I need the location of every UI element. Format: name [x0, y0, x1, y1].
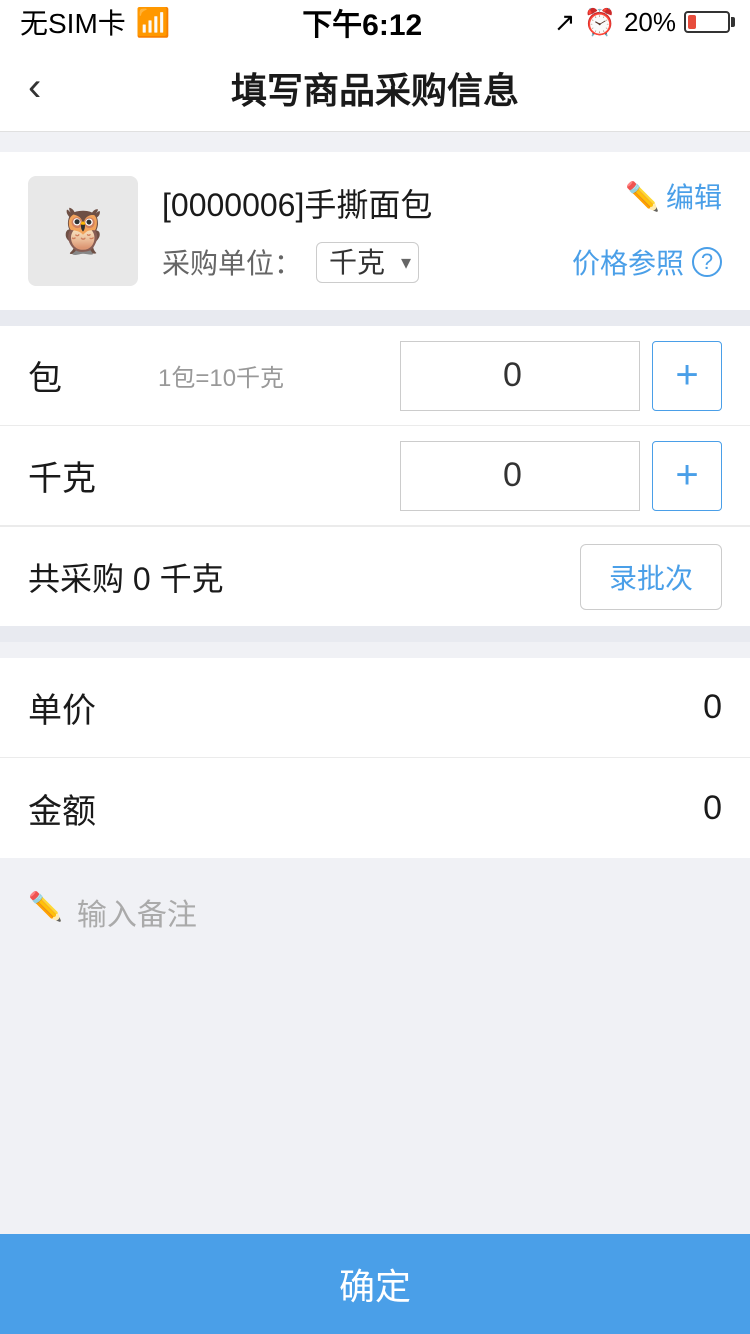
status-left: 无SIM卡 📶 [20, 2, 171, 42]
carrier-text: 无SIM卡 [20, 2, 126, 42]
kilogram-plus-button[interactable]: + [652, 441, 722, 511]
package-plus-button[interactable]: + [652, 341, 722, 411]
separator-2 [0, 626, 750, 642]
alarm-icon: ⏰ [584, 7, 616, 38]
wifi-icon: 📶 [136, 6, 171, 39]
summary-row: 共采购 0 千克 录批次 [0, 526, 750, 626]
package-label: 包 [28, 351, 148, 400]
status-bar: 无SIM卡 📶 下午6:12 ↗ ⏰ 20% [0, 0, 750, 44]
package-input[interactable] [400, 341, 640, 411]
time-display: 下午6:12 [302, 0, 422, 44]
amount-label: 金额 [28, 784, 96, 833]
package-sublabel: 1包=10千克 [158, 358, 284, 393]
note-section[interactable]: ✏️ 输入备注 [0, 862, 750, 962]
price-ref-label: 价格参照 [572, 242, 684, 282]
note-placeholder: 输入备注 [77, 890, 197, 934]
edit-icon: ✏️ [625, 180, 660, 213]
unit-select[interactable]: 千克 包 [316, 242, 419, 283]
kilogram-label: 千克 [28, 451, 148, 500]
amount-row: 金额 0 [0, 758, 750, 858]
separator-1 [0, 310, 750, 326]
confirm-button[interactable]: 确定 [0, 1234, 750, 1334]
battery-percent: 20% [624, 7, 676, 38]
page-title: 填写商品采购信息 [231, 62, 519, 114]
kilogram-row: 千克 + [0, 426, 750, 526]
price-amount-section: 单价 0 金额 0 [0, 658, 750, 858]
kilogram-input[interactable] [400, 441, 640, 511]
unit-select-wrapper[interactable]: 千克 包 ▾ [316, 242, 419, 283]
summary-text: 共采购 0 千克 [28, 554, 224, 600]
product-thumbnail: 🦉 [28, 176, 138, 286]
status-right: ↗ ⏰ 20% [554, 7, 730, 38]
back-button[interactable]: ‹ [28, 65, 41, 110]
input-section: 包 1包=10千克 + 千克 + [0, 326, 750, 526]
edit-button[interactable]: ✏️ 编辑 [625, 176, 722, 216]
pencil-icon: ✏️ [28, 890, 63, 923]
kilogram-controls: + [400, 441, 722, 511]
amount-value: 0 [703, 789, 722, 828]
product-card: 🦉 [0000006]手撕面包 采购单位： 千克 包 ▾ ✏️ 编辑 价格参照 … [0, 152, 750, 310]
price-label: 单价 [28, 683, 96, 732]
price-reference-button[interactable]: 价格参照 ? [572, 242, 722, 282]
battery-fill [688, 15, 696, 29]
product-owl-icon: 🦉 [56, 205, 111, 257]
location-icon: ↗ [554, 7, 576, 38]
batch-button[interactable]: 录批次 [580, 544, 722, 610]
battery-icon [684, 11, 730, 33]
price-value: 0 [703, 688, 722, 727]
price-row: 单价 0 [0, 658, 750, 758]
nav-bar: ‹ 填写商品采购信息 [0, 44, 750, 132]
package-controls: + [400, 341, 722, 411]
unit-label: 采购单位： [162, 242, 302, 282]
help-icon[interactable]: ? [692, 247, 722, 277]
package-row: 包 1包=10千克 + [0, 326, 750, 426]
